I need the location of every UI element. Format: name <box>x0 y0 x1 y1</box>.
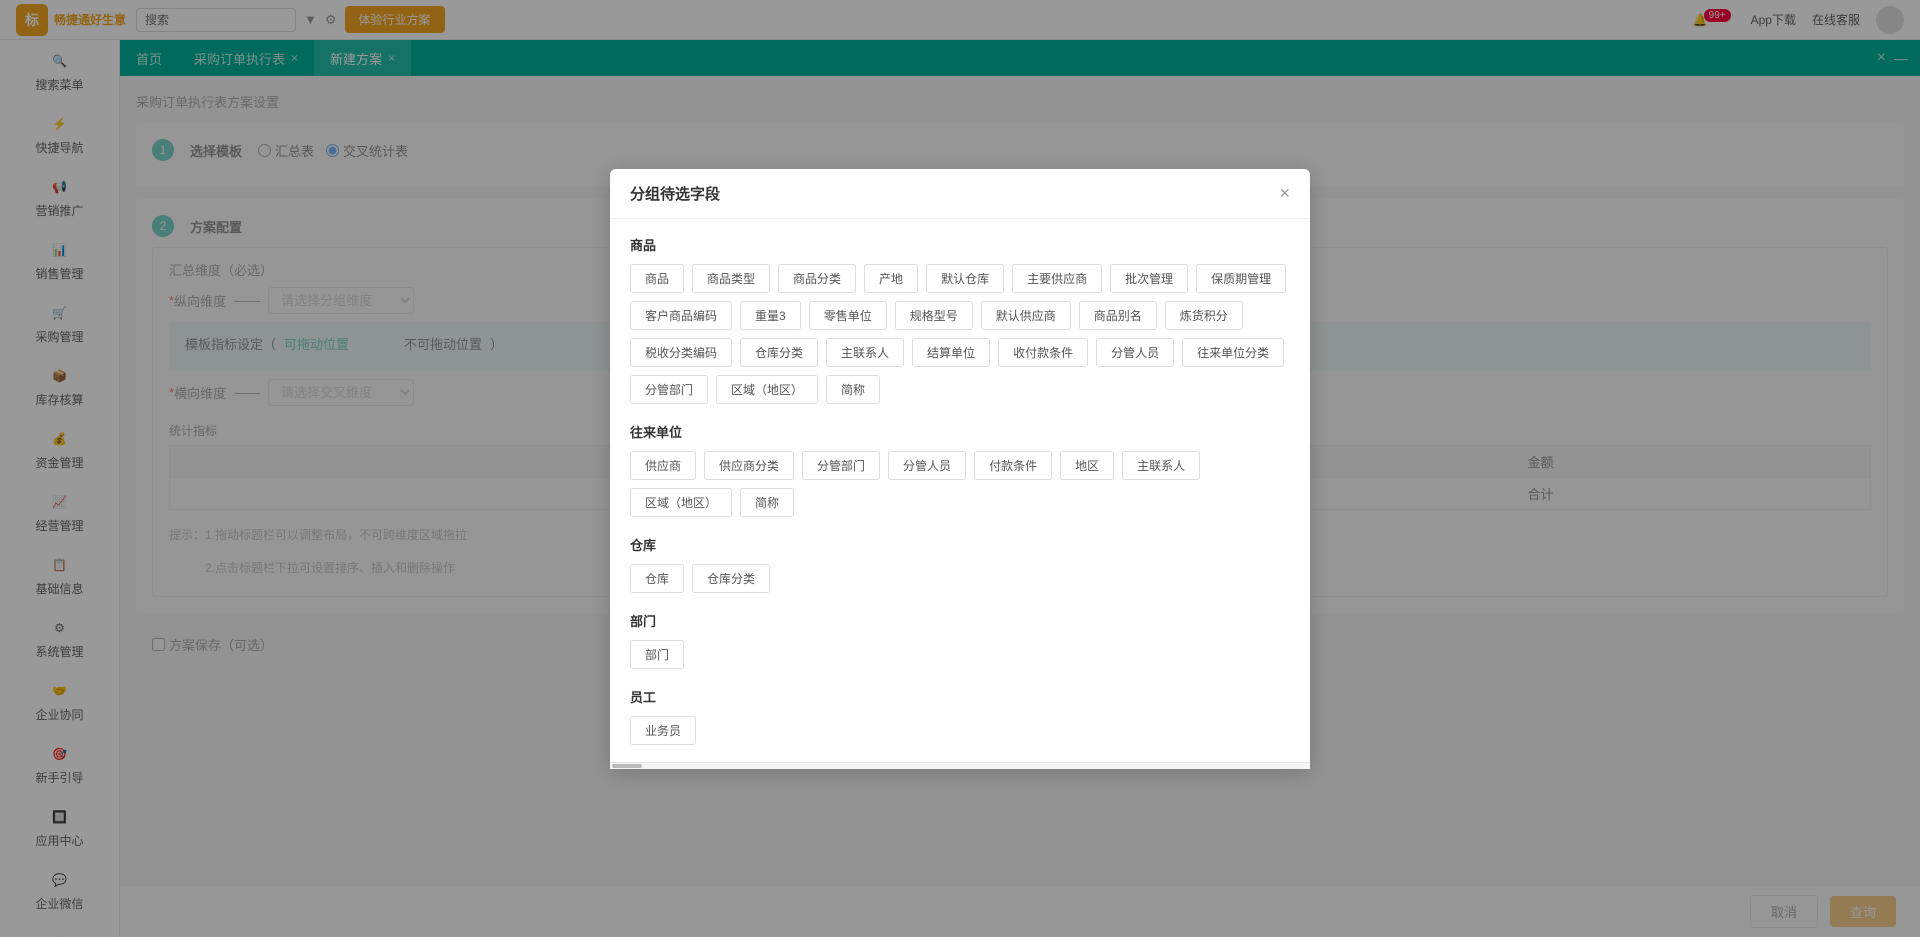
field-tag[interactable]: 供应商 <box>630 451 696 480</box>
field-tag[interactable]: 保质期管理 <box>1196 264 1286 293</box>
field-tags: 业务员 <box>630 716 1290 745</box>
field-tag[interactable]: 炼货积分 <box>1165 301 1243 330</box>
field-tag[interactable]: 主联系人 <box>826 338 904 367</box>
field-category-员工: 员工业务员 <box>630 687 1290 745</box>
field-tag[interactable]: 地区 <box>1060 451 1114 480</box>
field-tag[interactable]: 区域（地区） <box>630 488 732 517</box>
field-category-title: 往来单位 <box>630 422 1290 441</box>
field-tags: 商品商品类型商品分类产地默认仓库主要供应商批次管理保质期管理客户商品编码重量3 零… <box>630 264 1290 404</box>
modal-body: 商品商品商品类型商品分类产地默认仓库主要供应商批次管理保质期管理客户商品编码重量… <box>610 219 1310 762</box>
field-tag[interactable]: 零售单位 <box>809 301 887 330</box>
field-tag[interactable]: 供应商分类 <box>704 451 794 480</box>
field-tag[interactable]: 分管人员 <box>1096 338 1174 367</box>
modal-header: 分组待选字段 × <box>610 169 1310 219</box>
field-tag[interactable]: 主要供应商 <box>1012 264 1102 293</box>
field-category-title: 员工 <box>630 687 1290 706</box>
modal-hscrollbar[interactable] <box>610 762 1310 769</box>
field-tag[interactable]: 默认供应商 <box>981 301 1071 330</box>
field-tag[interactable]: 仓库 <box>630 564 684 593</box>
field-tag[interactable]: 业务员 <box>630 716 696 745</box>
modal-close-icon[interactable]: × <box>1279 183 1290 204</box>
field-tags: 仓库仓库分类 <box>630 564 1290 593</box>
field-category-title: 商品 <box>630 235 1290 254</box>
field-category-商品: 商品商品商品类型商品分类产地默认仓库主要供应商批次管理保质期管理客户商品编码重量… <box>630 235 1290 404</box>
field-tag[interactable]: 商品别名 <box>1079 301 1157 330</box>
field-tag[interactable]: 收付款条件 <box>998 338 1088 367</box>
modal-title: 分组待选字段 <box>630 183 720 204</box>
field-tags: 供应商供应商分类分管部门分管人员付款条件地区主联系人区域（地区） 简称 <box>630 451 1290 517</box>
field-tag[interactable]: 分管部门 <box>802 451 880 480</box>
field-tag[interactable]: 往来单位分类 <box>1182 338 1284 367</box>
field-tag[interactable]: 主联系人 <box>1122 451 1200 480</box>
field-tag[interactable]: 付款条件 <box>974 451 1052 480</box>
field-category-部门: 部门部门 <box>630 611 1290 669</box>
field-tag[interactable]: 结算单位 <box>912 338 990 367</box>
field-tag[interactable]: 规格型号 <box>895 301 973 330</box>
field-tag[interactable]: 区域（地区） <box>716 375 818 404</box>
field-tag[interactable]: 仓库分类 <box>740 338 818 367</box>
field-tag[interactable]: 批次管理 <box>1110 264 1188 293</box>
field-tag[interactable]: 产地 <box>864 264 918 293</box>
field-tag[interactable]: 客户商品编码 <box>630 301 732 330</box>
field-select-modal: 分组待选字段 × 商品商品商品类型商品分类产地默认仓库主要供应商批次管理保质期管… <box>610 169 1310 769</box>
field-tag[interactable]: 商品类型 <box>692 264 770 293</box>
field-tag[interactable]: 默认仓库 <box>926 264 1004 293</box>
modal-overlay[interactable]: 分组待选字段 × 商品商品商品类型商品分类产地默认仓库主要供应商批次管理保质期管… <box>0 0 1920 937</box>
field-tag[interactable]: 分管人员 <box>888 451 966 480</box>
field-category-title: 仓库 <box>630 535 1290 554</box>
field-tag[interactable]: 仓库分类 <box>692 564 770 593</box>
field-tag[interactable]: 简称 <box>740 488 794 517</box>
field-category-往来单位: 往来单位供应商供应商分类分管部门分管人员付款条件地区主联系人区域（地区） 简称 <box>630 422 1290 517</box>
field-tag[interactable]: 简称 <box>826 375 880 404</box>
field-tags: 部门 <box>630 640 1290 669</box>
field-category-title: 部门 <box>630 611 1290 630</box>
field-category-仓库: 仓库仓库仓库分类 <box>630 535 1290 593</box>
hscroll-thumb <box>612 764 642 768</box>
field-tag[interactable]: 部门 <box>630 640 684 669</box>
field-tag[interactable]: 重量3 <box>740 301 801 330</box>
field-tag[interactable]: 商品 <box>630 264 684 293</box>
field-tag[interactable]: 分管部门 <box>630 375 708 404</box>
field-tag[interactable]: 商品分类 <box>778 264 856 293</box>
field-tag[interactable]: 税收分类编码 <box>630 338 732 367</box>
